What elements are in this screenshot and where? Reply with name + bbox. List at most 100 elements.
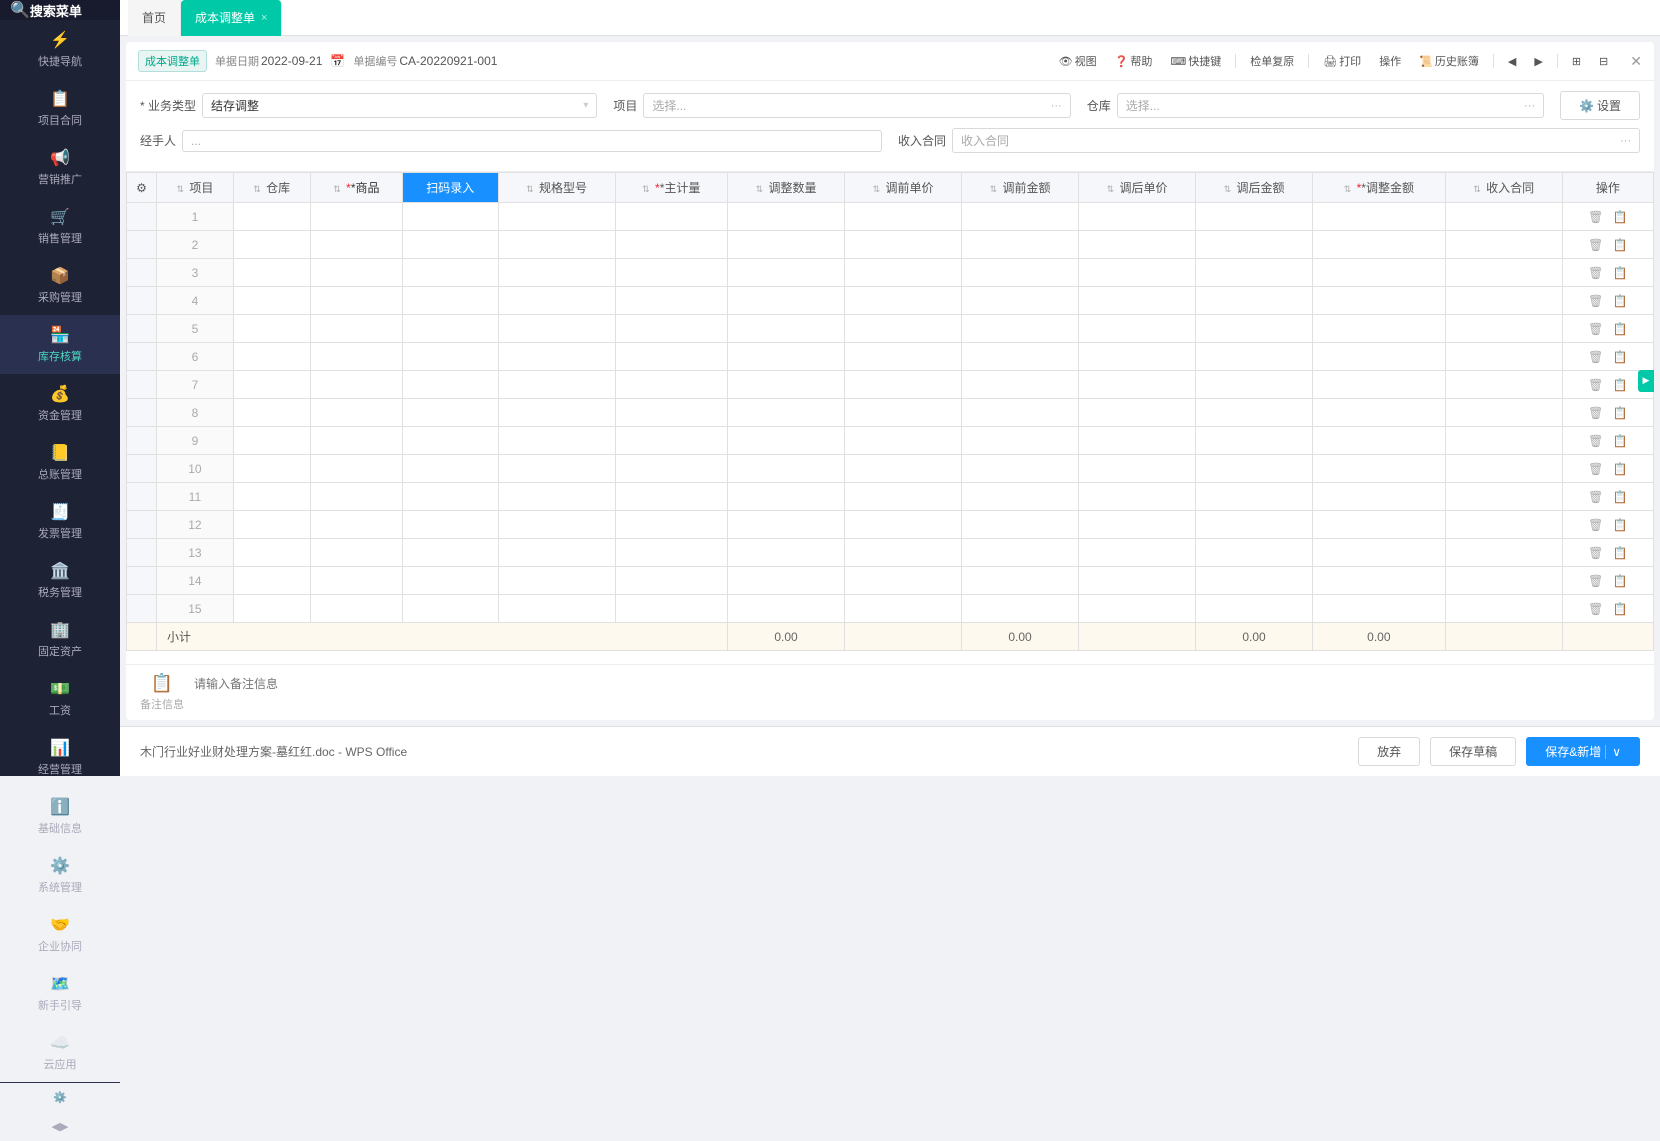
- row-spec[interactable]: [498, 259, 615, 287]
- row-after-price[interactable]: [1079, 315, 1196, 343]
- project-select[interactable]: 选择... ···: [643, 93, 1070, 118]
- row-after-price[interactable]: [1079, 539, 1196, 567]
- row-goods[interactable]: [310, 539, 402, 567]
- row-adjust-qty[interactable]: [728, 483, 845, 511]
- row-spec[interactable]: [498, 371, 615, 399]
- row-warehouse[interactable]: [233, 483, 310, 511]
- row-after-amount[interactable]: [1196, 455, 1313, 483]
- copy-icon[interactable]: 📋: [1613, 238, 1628, 252]
- row-after-amount[interactable]: [1196, 259, 1313, 287]
- row-prev-amount[interactable]: [962, 539, 1079, 567]
- row-adjust-amount[interactable]: [1313, 455, 1446, 483]
- sidebar-item-inventory[interactable]: 🏪 库存核算: [0, 315, 120, 374]
- income-contract-select[interactable]: 收入合同 ···: [952, 128, 1640, 153]
- delete-icon[interactable]: 🗑: [1588, 602, 1603, 616]
- row-prev-price[interactable]: [845, 371, 962, 399]
- row-after-price[interactable]: [1079, 511, 1196, 539]
- row-spec[interactable]: [498, 287, 615, 315]
- row-after-price[interactable]: [1079, 595, 1196, 623]
- copy-icon[interactable]: 📋: [1613, 406, 1628, 420]
- right-indicator[interactable]: ▶: [1638, 370, 1654, 392]
- row-warehouse[interactable]: [233, 455, 310, 483]
- delete-icon[interactable]: 🗑: [1588, 210, 1603, 224]
- row-income-contract[interactable]: [1445, 287, 1562, 315]
- row-adjust-amount[interactable]: [1313, 595, 1446, 623]
- row-unit[interactable]: [615, 287, 728, 315]
- row-income-contract[interactable]: [1445, 595, 1562, 623]
- row-prev-price[interactable]: [845, 315, 962, 343]
- sidebar-item-guide[interactable]: 🗺️ 新手引导: [0, 964, 120, 1023]
- row-after-price[interactable]: [1079, 455, 1196, 483]
- row-prev-amount[interactable]: [962, 259, 1079, 287]
- tab-cost-adjust[interactable]: 成本调整单 ×: [181, 0, 282, 36]
- row-after-amount[interactable]: [1196, 595, 1313, 623]
- row-after-amount[interactable]: [1196, 315, 1313, 343]
- delete-icon[interactable]: 🗑: [1588, 238, 1603, 252]
- row-income-contract[interactable]: [1445, 567, 1562, 595]
- print-button[interactable]: 🖨 打印: [1319, 51, 1365, 71]
- row-prev-price[interactable]: [845, 287, 962, 315]
- warehouse-select[interactable]: 选择... ···: [1117, 93, 1544, 118]
- row-warehouse[interactable]: [233, 539, 310, 567]
- row-after-amount[interactable]: [1196, 483, 1313, 511]
- row-prev-amount[interactable]: [962, 231, 1079, 259]
- row-adjust-qty[interactable]: [728, 315, 845, 343]
- row-after-amount[interactable]: [1196, 539, 1313, 567]
- row-adjust-qty[interactable]: [728, 595, 845, 623]
- history-button[interactable]: 📜 历史账簿: [1415, 51, 1483, 71]
- next-button[interactable]: ▶: [1530, 53, 1546, 70]
- row-prev-amount[interactable]: [962, 511, 1079, 539]
- operate-button[interactable]: 操作: [1375, 51, 1405, 71]
- row-adjust-amount[interactable]: [1313, 483, 1446, 511]
- row-scan[interactable]: [403, 343, 498, 371]
- row-spec[interactable]: [498, 483, 615, 511]
- sidebar-collapse-button[interactable]: ◀▶: [0, 1112, 120, 1141]
- row-warehouse[interactable]: [233, 231, 310, 259]
- row-income-contract[interactable]: [1445, 343, 1562, 371]
- sidebar-item-system[interactable]: ⚙️ 系统管理: [0, 846, 120, 905]
- row-adjust-amount[interactable]: [1313, 399, 1446, 427]
- row-scan[interactable]: [403, 539, 498, 567]
- row-prev-amount[interactable]: [962, 203, 1079, 231]
- row-after-price[interactable]: [1079, 343, 1196, 371]
- row-unit[interactable]: [615, 539, 728, 567]
- row-after-price[interactable]: [1079, 287, 1196, 315]
- row-prev-amount[interactable]: [962, 287, 1079, 315]
- row-after-price[interactable]: [1079, 259, 1196, 287]
- sidebar-item-fixed-assets[interactable]: 🏢 固定资产: [0, 610, 120, 669]
- row-after-amount[interactable]: [1196, 511, 1313, 539]
- row-prev-amount[interactable]: [962, 315, 1079, 343]
- row-unit[interactable]: [615, 399, 728, 427]
- row-adjust-amount[interactable]: [1313, 203, 1446, 231]
- sidebar-item-basic-info[interactable]: ℹ️ 基础信息: [0, 787, 120, 846]
- abandon-button[interactable]: 放弃: [1358, 737, 1420, 766]
- row-prev-amount[interactable]: [962, 427, 1079, 455]
- row-goods[interactable]: [310, 343, 402, 371]
- row-after-amount[interactable]: [1196, 287, 1313, 315]
- sidebar-item-tax[interactable]: 🏛️ 税务管理: [0, 551, 120, 610]
- row-goods[interactable]: [310, 203, 402, 231]
- row-adjust-qty[interactable]: [728, 455, 845, 483]
- tab-close-icon[interactable]: ×: [261, 12, 267, 24]
- row-goods[interactable]: [310, 231, 402, 259]
- row-income-contract[interactable]: [1445, 315, 1562, 343]
- row-income-contract[interactable]: [1445, 259, 1562, 287]
- row-scan[interactable]: [403, 231, 498, 259]
- row-prev-amount[interactable]: [962, 343, 1079, 371]
- row-after-amount[interactable]: [1196, 231, 1313, 259]
- row-scan[interactable]: [403, 455, 498, 483]
- row-adjust-amount[interactable]: [1313, 231, 1446, 259]
- sidebar-item-finance[interactable]: 💰 资金管理: [0, 374, 120, 433]
- copy-icon[interactable]: 📋: [1613, 602, 1628, 616]
- row-prev-price[interactable]: [845, 231, 962, 259]
- sidebar-item-invoice[interactable]: 🧾 发票管理: [0, 492, 120, 551]
- row-unit[interactable]: [615, 343, 728, 371]
- row-after-amount[interactable]: [1196, 371, 1313, 399]
- row-adjust-amount[interactable]: [1313, 259, 1446, 287]
- row-unit[interactable]: [615, 315, 728, 343]
- row-after-price[interactable]: [1079, 231, 1196, 259]
- row-adjust-amount[interactable]: [1313, 427, 1446, 455]
- row-income-contract[interactable]: [1445, 427, 1562, 455]
- row-prev-price[interactable]: [845, 259, 962, 287]
- row-adjust-amount[interactable]: [1313, 371, 1446, 399]
